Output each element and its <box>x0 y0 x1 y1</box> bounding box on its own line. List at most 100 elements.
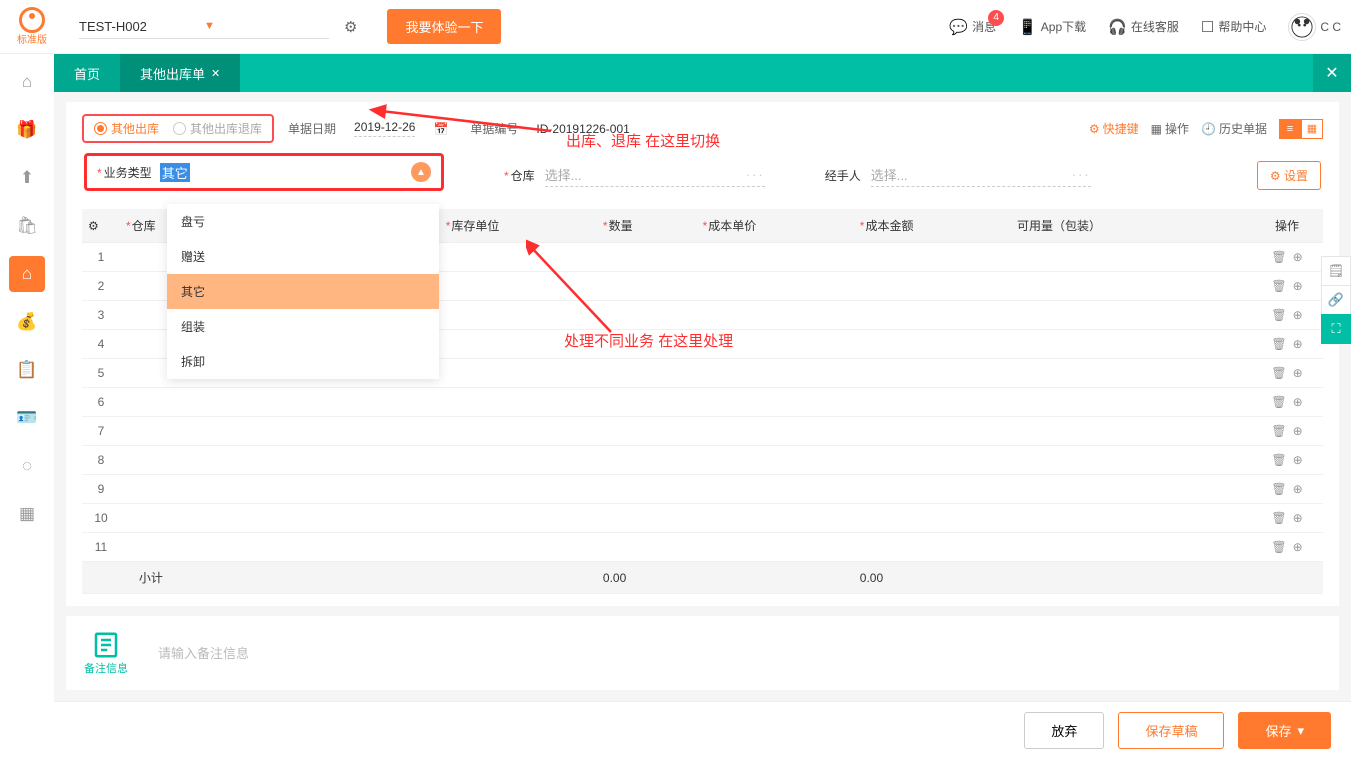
chevron-up-icon: ▲ <box>411 162 431 182</box>
shortcut-link[interactable]: ⚙快捷键 <box>1089 120 1139 137</box>
org-name: TEST-H002 <box>79 19 204 34</box>
tab-home[interactable]: 首页 <box>54 54 120 92</box>
remark-card: 备注信息 <box>66 616 1339 690</box>
dd-item-0[interactable]: 盘亏 <box>167 204 439 239</box>
delete-icon[interactable]: 🗑 <box>1271 453 1286 467</box>
subtotal-qty: 0.00 <box>597 562 697 594</box>
nav-warehouse[interactable]: ⌂ <box>9 256 45 292</box>
app-label: App下载 <box>1041 18 1086 35</box>
messages-link[interactable]: 💬 消息 4 <box>949 18 996 36</box>
radio-outbound[interactable]: 其他出库 <box>94 120 159 137</box>
dd-item-2[interactable]: 其它 <box>167 274 439 309</box>
save-button[interactable]: 保存▾ <box>1238 712 1331 749</box>
help-label: 帮助中心 <box>1218 18 1266 35</box>
add-icon[interactable]: ⊕ <box>1293 250 1303 264</box>
help-link[interactable]: ☐帮助中心 <box>1201 18 1266 36</box>
remark-input[interactable] <box>158 646 1321 661</box>
app-download-link[interactable]: 📱App下载 <box>1018 18 1086 36</box>
tab-outbound[interactable]: 其他出库单✕ <box>120 54 240 92</box>
table-row[interactable]: 11🗑⊕ <box>82 533 1323 562</box>
org-selector[interactable]: TEST-H002 ▼ <box>79 15 329 39</box>
table-row[interactable]: 6 🗑 ⊕ <box>82 388 1323 417</box>
view-grid[interactable]: ▦ <box>1301 119 1323 139</box>
nav-cart[interactable]: 🛍 <box>9 208 45 244</box>
dd-item-1[interactable]: 赠送 <box>167 239 439 274</box>
discard-button[interactable]: 放弃 <box>1024 712 1104 749</box>
avatar <box>1288 13 1316 41</box>
nav-clipboard[interactable]: 📋 <box>9 352 45 388</box>
delete-icon[interactable]: 🗑 <box>1271 366 1286 380</box>
add-icon[interactable]: ⊕ <box>1293 308 1303 322</box>
dock-link-icon[interactable]: 🔗 <box>1321 285 1351 315</box>
nav-gift[interactable]: 🎁 <box>9 112 45 148</box>
handler-select[interactable]: 选择...··· <box>871 163 1091 187</box>
nav-home[interactable]: ⌂ <box>9 64 45 100</box>
tab-home-label: 首页 <box>74 64 100 83</box>
trial-button[interactable]: 我要体验一下 <box>387 9 501 44</box>
gear-icon[interactable]: ⚙ <box>344 18 357 36</box>
date-value[interactable]: 2019-12-26 <box>354 120 415 137</box>
delete-icon[interactable]: 🗑 <box>1271 511 1286 525</box>
dd-item-3[interactable]: 组装 <box>167 309 439 344</box>
add-icon[interactable]: ⊕ <box>1293 424 1303 438</box>
col-settings[interactable]: ⚙ <box>82 209 120 243</box>
add-icon[interactable]: ⊕ <box>1293 366 1303 380</box>
support-link[interactable]: 🎧在线客服 <box>1108 18 1179 36</box>
settings-button[interactable]: ⚙ 设置 <box>1257 161 1321 190</box>
delete-icon[interactable]: 🗑 <box>1271 395 1286 409</box>
headset-icon: 🎧 <box>1108 18 1127 36</box>
table-row[interactable]: 8🗑⊕ <box>82 446 1323 475</box>
add-icon[interactable]: ⊕ <box>1293 337 1303 351</box>
actions-link[interactable]: ▦操作 <box>1151 120 1189 137</box>
delete-icon[interactable]: 🗑 <box>1271 279 1286 293</box>
delete-icon[interactable]: 🗑 <box>1271 250 1286 264</box>
table-row[interactable]: 7🗑⊕ <box>82 417 1323 446</box>
history-link[interactable]: 🕘历史单据 <box>1201 120 1267 137</box>
dock-note-icon[interactable]: 🗒 <box>1321 256 1351 286</box>
view-list[interactable]: ≡ <box>1279 119 1301 139</box>
dock-expand-icon[interactable]: ⛶ <box>1321 314 1351 344</box>
warehouse-select[interactable]: 选择...··· <box>545 163 765 187</box>
nav-inbound[interactable]: ⬆ <box>9 160 45 196</box>
draft-button[interactable]: 保存草稿 <box>1118 712 1224 749</box>
nav-money[interactable]: 💰 <box>9 304 45 340</box>
col-unit: *库存单位 <box>440 209 597 243</box>
row-index: 6 <box>82 388 120 417</box>
add-icon[interactable]: ⊕ <box>1293 395 1303 409</box>
footer: 放弃 保存草稿 保存▾ <box>54 701 1351 759</box>
nav-id[interactable]: 🪪 <box>9 400 45 436</box>
radio-dot-icon <box>94 122 107 135</box>
badge: 4 <box>988 10 1004 26</box>
support-label: 在线客服 <box>1131 18 1179 35</box>
warehouse-field: *仓库 选择...··· <box>504 163 765 187</box>
business-type-select[interactable]: *业务类型 其它 ▲ <box>97 162 431 182</box>
nav-loading[interactable]: ◌ <box>9 448 45 484</box>
remark-title: 备注信息 <box>84 660 128 676</box>
table-row[interactable]: 9🗑⊕ <box>82 475 1323 504</box>
delete-icon[interactable]: 🗑 <box>1271 337 1286 351</box>
delete-icon[interactable]: 🗑 <box>1271 540 1286 554</box>
col-available: 可用量（包装） <box>1011 209 1251 243</box>
close-icon[interactable]: ✕ <box>211 67 220 80</box>
radio-return[interactable]: 其他出库退库 <box>173 120 262 137</box>
row-index: 4 <box>82 330 120 359</box>
add-icon[interactable]: ⊕ <box>1293 482 1303 496</box>
table-row[interactable]: 10🗑⊕ <box>82 504 1323 533</box>
delete-icon[interactable]: 🗑 <box>1271 308 1286 322</box>
close-all-tabs[interactable]: ✕ <box>1313 54 1351 92</box>
dd-item-4[interactable]: 拆卸 <box>167 344 439 379</box>
add-icon[interactable]: ⊕ <box>1293 279 1303 293</box>
delete-icon[interactable]: 🗑 <box>1271 482 1286 496</box>
col-qty: *数量 <box>597 209 697 243</box>
delete-icon[interactable]: 🗑 <box>1271 424 1286 438</box>
add-icon[interactable]: ⊕ <box>1293 453 1303 467</box>
tab-bar: 首页 其他出库单✕ ✕ <box>54 54 1351 92</box>
sidenav: ⌂ 🎁 ⬆ 🛍 ⌂ 💰 📋 🪪 ◌ ▦ <box>0 54 54 759</box>
nav-new[interactable]: ▦ <box>9 496 45 532</box>
subtotal-amt: 0.00 <box>854 562 1011 594</box>
add-icon[interactable]: ⊕ <box>1293 511 1303 525</box>
calendar-icon[interactable]: 📅 <box>433 122 448 136</box>
doc-no-label: 单据编号 <box>470 120 518 137</box>
user-menu[interactable]: C C <box>1288 13 1341 41</box>
add-icon[interactable]: ⊕ <box>1293 540 1303 554</box>
